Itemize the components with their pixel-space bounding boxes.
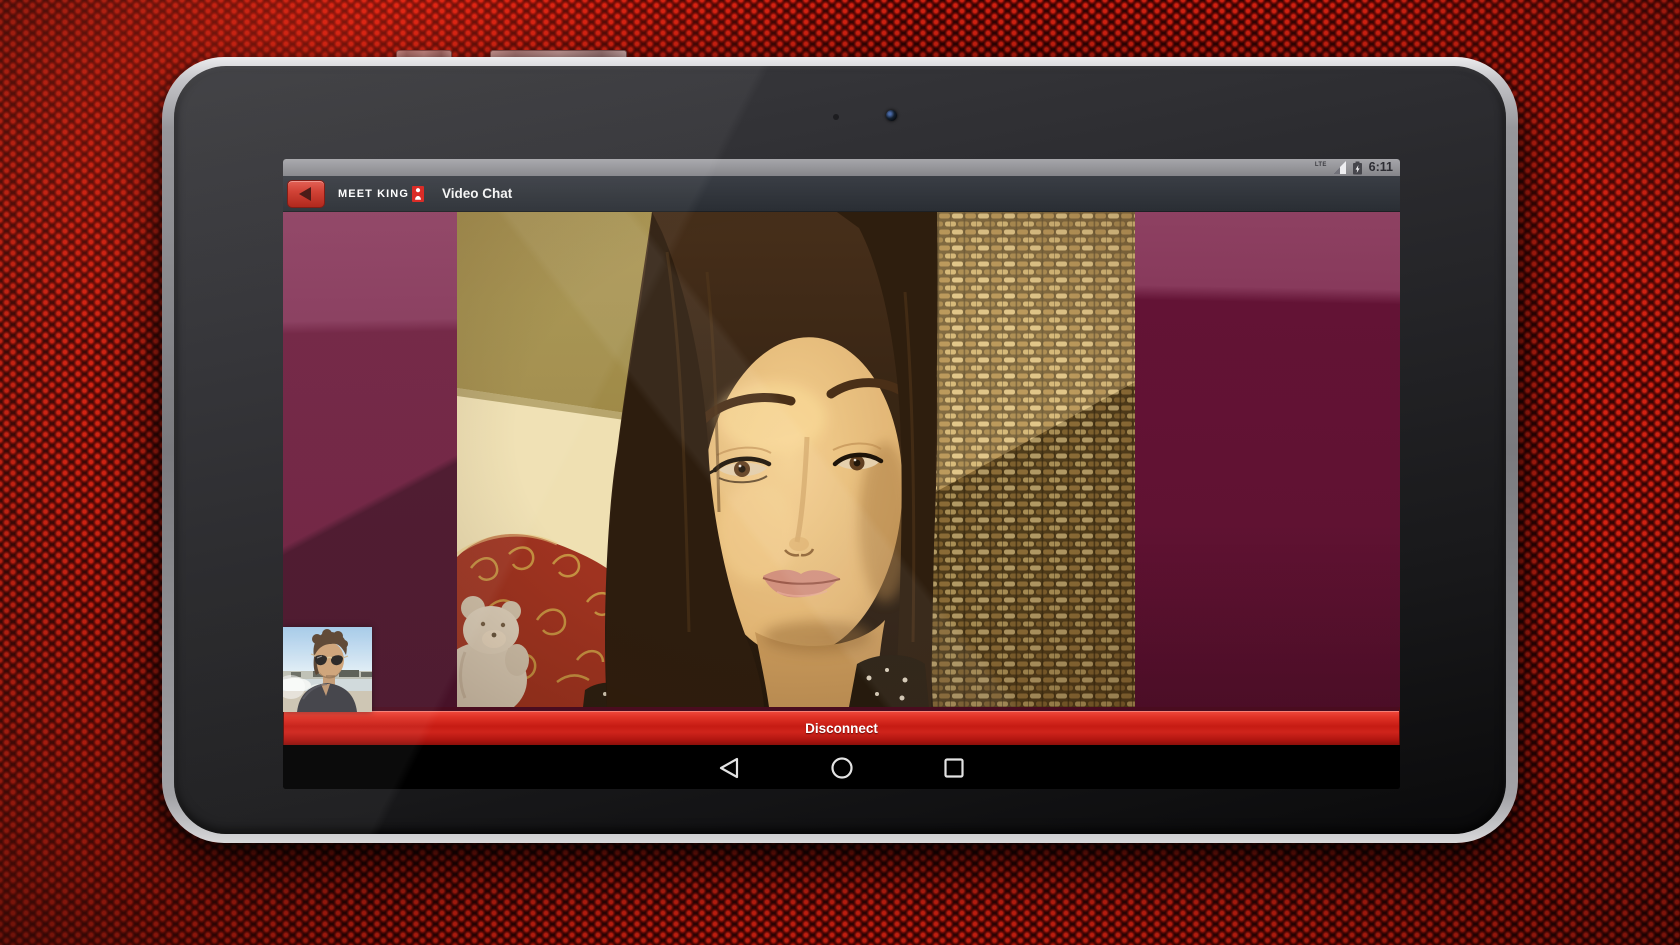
remote-video-frame — [457, 212, 1135, 707]
clock: 6:11 — [1369, 159, 1393, 176]
page-title: Video Chat — [442, 186, 512, 201]
disconnect-button[interactable]: Disconnect — [283, 707, 1400, 745]
back-button[interactable] — [287, 180, 325, 208]
remote-video[interactable] — [457, 212, 1135, 707]
tablet-bezel: LTE 6:11 — [174, 66, 1506, 834]
ambient-sensor-dot — [833, 114, 839, 120]
nav-home-icon[interactable] — [829, 755, 855, 781]
android-nav-bar — [283, 745, 1400, 789]
nav-recents-icon[interactable] — [941, 755, 967, 781]
battery-charging-icon — [1352, 161, 1363, 175]
self-view-frame — [283, 627, 372, 712]
lte-label: LTE — [1315, 162, 1327, 168]
right-filler-panel — [1135, 212, 1400, 707]
back-arrow-icon — [299, 187, 311, 201]
app-bar: MEET KING Video Chat — [283, 176, 1400, 212]
call-content — [283, 212, 1400, 707]
brand-logo-icon — [412, 186, 424, 202]
screen: LTE 6:11 — [283, 159, 1400, 789]
self-view-video[interactable] — [283, 627, 372, 712]
signal-strength-icon — [1333, 161, 1346, 174]
front-camera-icon — [886, 110, 897, 121]
brand-logo-text: MEET KING — [338, 188, 409, 200]
scene-background: LTE 6:11 — [0, 0, 1680, 945]
tablet-device: LTE 6:11 — [162, 57, 1518, 843]
disconnect-label: Disconnect — [805, 721, 878, 736]
status-bar: LTE 6:11 — [283, 159, 1400, 176]
nav-back-icon[interactable] — [717, 755, 743, 781]
